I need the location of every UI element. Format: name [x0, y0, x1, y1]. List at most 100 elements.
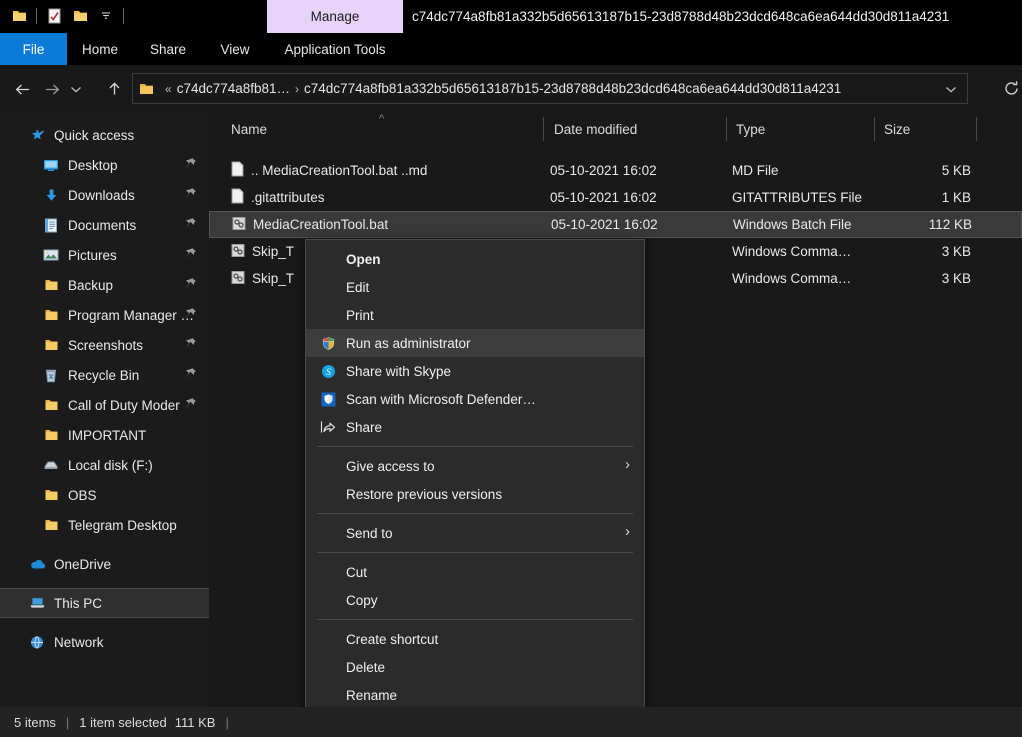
file-size-cell: 112 KB [928, 217, 972, 232]
menu-item-share-with-skype[interactable]: S Share with Skype [306, 357, 644, 385]
sidebar-item-screenshots[interactable]: Screenshots [0, 330, 209, 360]
sidebar-item-important[interactable]: IMPORTANT [0, 420, 209, 450]
pin-icon[interactable] [184, 337, 197, 353]
breadcrumb-separator-icon[interactable]: › [295, 82, 299, 96]
sidebar-item-pictures[interactable]: Pictures [0, 240, 209, 270]
status-selection-size: 111 KB [174, 714, 216, 730]
menu-item-delete[interactable]: Delete [306, 653, 644, 681]
drive-icon [40, 459, 62, 472]
menu-item-cut[interactable]: Cut [306, 558, 644, 586]
menu-item-print[interactable]: Print [306, 301, 644, 329]
menu-item-copy[interactable]: Copy [306, 586, 644, 614]
sidebar-item-this-pc[interactable]: This PC [0, 588, 209, 618]
tab-home[interactable]: Home [67, 33, 133, 65]
pin-icon[interactable] [184, 187, 197, 203]
pin-icon[interactable] [184, 217, 197, 233]
column-divider[interactable] [726, 117, 727, 141]
menu-item-label: Open [346, 251, 381, 267]
status-divider: | [65, 714, 70, 730]
sidebar-label: OBS [68, 487, 97, 503]
toolbar-divider-2 [123, 8, 124, 24]
menu-item-label: Rename [346, 687, 398, 703]
quick-access-toolbar [6, 4, 128, 28]
sidebar-item-desktop[interactable]: Desktop [0, 150, 209, 180]
file-name-text: .gitattributes [251, 190, 325, 205]
sidebar-item-documents[interactable]: Documents [0, 210, 209, 240]
file-name-text: Skip_T [252, 244, 295, 259]
address-bar[interactable]: « c74dc774a8fb81… › c74dc774a8fb81a332b5… [132, 73, 968, 104]
sidebar-item-call-of-duty[interactable]: Call of Duty Moder [0, 390, 209, 420]
folder-icon[interactable] [6, 4, 32, 28]
menu-item-share[interactable]: Share [306, 413, 644, 441]
new-folder-icon[interactable] [67, 4, 93, 28]
sidebar-item-program-manager[interactable]: Program Manager … [0, 300, 209, 330]
sidebar-item-local-disk-f[interactable]: Local disk (F:) [0, 450, 209, 480]
manage-contextual-tab[interactable]: Manage [267, 0, 403, 33]
menu-separator [317, 552, 633, 553]
sidebar-item-obs[interactable]: OBS [0, 480, 209, 510]
sidebar-item-network[interactable]: Network [0, 627, 209, 657]
column-divider[interactable] [874, 117, 875, 141]
table-row[interactable]: MediaCreationTool.bat 05-10-2021 16:02 W… [209, 211, 1022, 238]
file-name-cell: .. MediaCreationTool.bat ..md [231, 161, 427, 180]
tab-file[interactable]: File [0, 33, 67, 65]
sidebar-item-downloads[interactable]: Downloads [0, 180, 209, 210]
menu-item-rename[interactable]: Rename [306, 681, 644, 709]
customize-dropdown-icon[interactable] [93, 4, 119, 28]
sidebar-item-quick-access[interactable]: Quick access [0, 120, 209, 150]
menu-item-restore-previous-versions[interactable]: Restore previous versions [306, 480, 644, 508]
pin-icon[interactable] [184, 367, 197, 383]
breadcrumb-segment-1[interactable]: c74dc774a8fb81… [177, 81, 290, 96]
menu-item-create-shortcut[interactable]: Create shortcut [306, 625, 644, 653]
sidebar-label: Recycle Bin [68, 367, 140, 383]
tab-application-tools[interactable]: Application Tools [267, 33, 403, 65]
recent-locations-button[interactable] [66, 75, 86, 103]
properties-icon[interactable] [41, 4, 67, 28]
tab-view[interactable]: View [203, 33, 267, 65]
pictures-icon [40, 248, 62, 262]
desktop-icon [40, 158, 62, 172]
sidebar-label: Documents [68, 217, 137, 233]
column-header-name[interactable]: Name [231, 112, 267, 146]
pin-icon[interactable] [184, 397, 197, 413]
table-row[interactable]: .gitattributes 05-10-2021 16:02 GITATTRI… [209, 184, 1022, 211]
navigation-pane[interactable]: Quick access Desktop Downloads Documents… [0, 112, 209, 707]
sidebar-label: Telegram Desktop [68, 517, 177, 533]
sidebar-item-recycle-bin[interactable]: Recycle Bin [0, 360, 209, 390]
folder-icon [40, 338, 62, 352]
menu-item-give-access-to[interactable]: Give access to › [306, 452, 644, 480]
sidebar-item-onedrive[interactable]: OneDrive [0, 549, 209, 579]
column-header-type[interactable]: Type [736, 112, 765, 146]
breadcrumb-segment-2[interactable]: c74dc774a8fb81a332b5d65613187b15-23d8788… [304, 81, 841, 96]
column-header-date-modified[interactable]: Date modified [554, 112, 637, 146]
up-button[interactable] [100, 75, 128, 103]
sidebar-item-backup[interactable]: Backup [0, 270, 209, 300]
chevron-down-icon[interactable] [941, 79, 961, 99]
title-bar: Manage c74dc774a8fb81a332b5d65613187b15-… [0, 0, 1022, 33]
column-divider[interactable] [976, 117, 977, 141]
forward-button[interactable] [38, 75, 66, 103]
menu-item-label: Create shortcut [346, 631, 439, 647]
menu-item-scan-with-defender[interactable]: Scan with Microsoft Defender… [306, 385, 644, 413]
address-overflow-separator[interactable]: « [165, 82, 172, 96]
menu-item-send-to[interactable]: Send to › [306, 519, 644, 547]
pin-icon[interactable] [184, 247, 197, 263]
menu-item-run-as-administrator[interactable]: Run as administrator [306, 329, 644, 357]
menu-item-open[interactable]: Open [306, 245, 644, 273]
column-divider[interactable] [543, 117, 544, 141]
context-menu[interactable]: Open Edit Print Run as administrator S S… [305, 239, 645, 737]
pin-icon[interactable] [184, 307, 197, 323]
status-selection: 1 item selected [79, 714, 167, 730]
menu-item-edit[interactable]: Edit [306, 273, 644, 301]
tab-share[interactable]: Share [133, 33, 203, 65]
table-row[interactable]: .. MediaCreationTool.bat ..md 05-10-2021… [209, 157, 1022, 184]
pin-icon[interactable] [184, 277, 197, 293]
pin-icon[interactable] [184, 157, 197, 173]
menu-item-label: Cut [346, 564, 368, 580]
refresh-icon[interactable] [1000, 77, 1022, 99]
back-button[interactable] [8, 75, 36, 103]
sidebar-item-telegram-desktop[interactable]: Telegram Desktop [0, 510, 209, 540]
onedrive-icon [26, 558, 48, 570]
sidebar-label: Program Manager … [68, 307, 195, 323]
column-header-size[interactable]: Size [884, 112, 910, 146]
